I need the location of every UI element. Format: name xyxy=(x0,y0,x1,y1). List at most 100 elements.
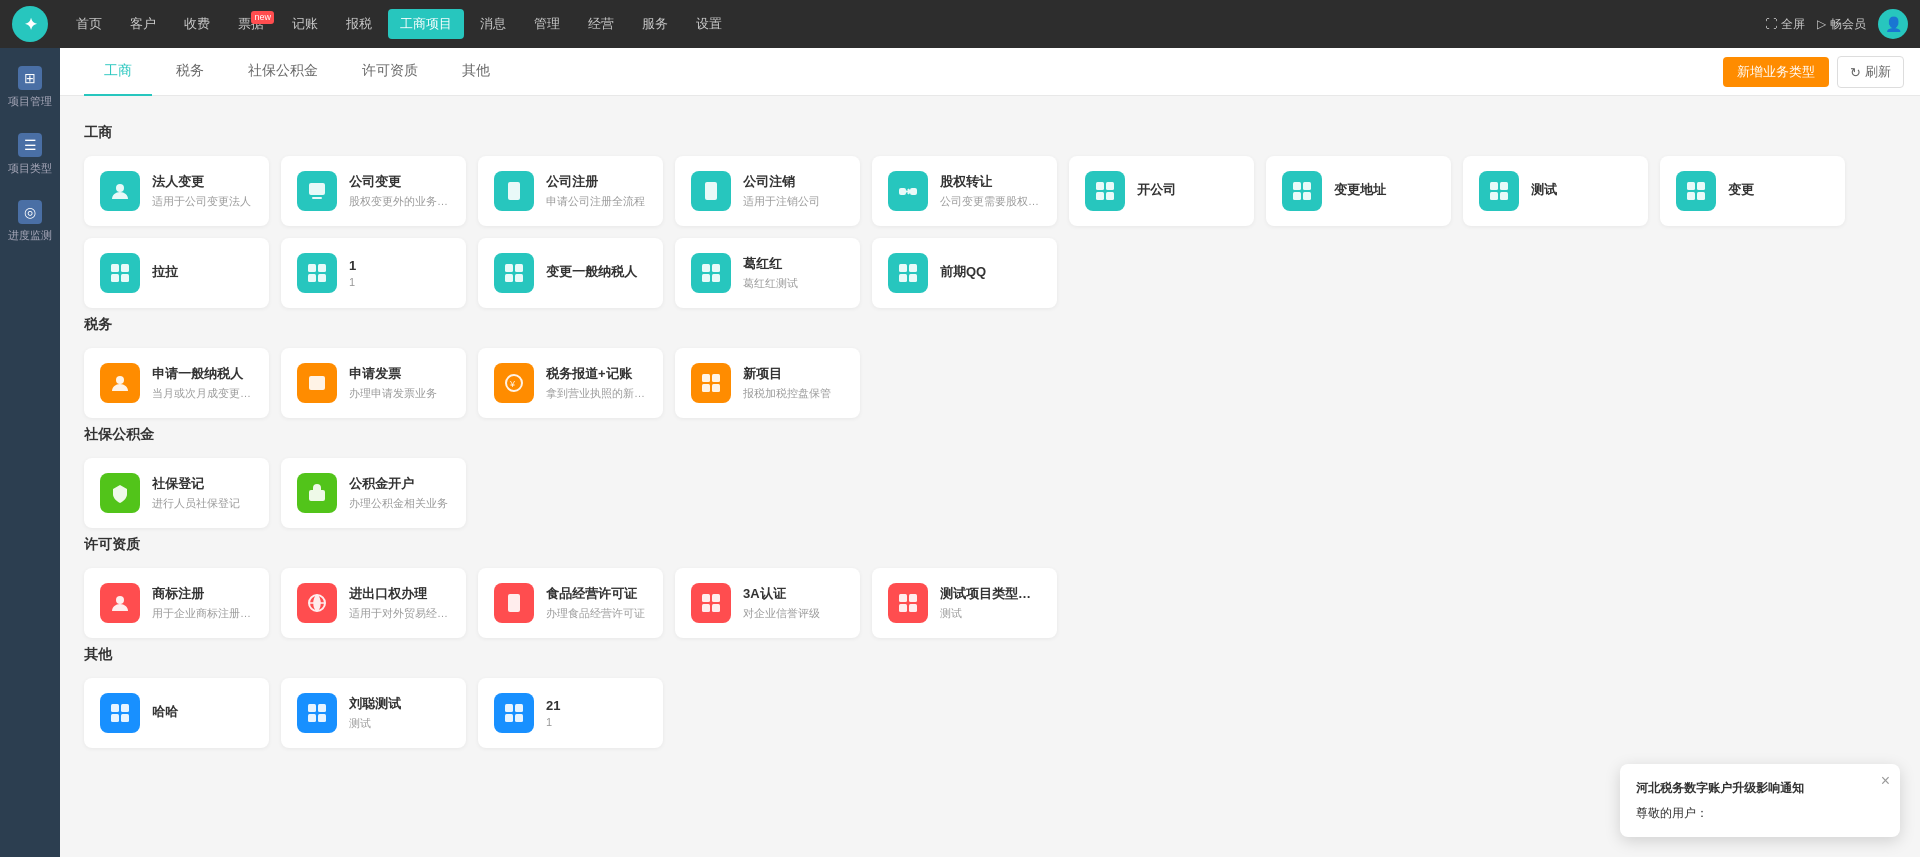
cards-grid-其他: 哈哈 刘聪测试测试 211 xyxy=(84,678,1896,748)
svg-rect-80 xyxy=(308,714,316,722)
svg-rect-73 xyxy=(909,604,917,612)
card-icon xyxy=(297,473,337,513)
card-股权转让[interactable]: 股权转让公司变更需要股权转让 xyxy=(872,156,1057,226)
card-info: 3A认证对企业信誉评级 xyxy=(743,585,844,621)
section-title-社保公积金: 社保公积金 xyxy=(84,426,1896,444)
card-开公司[interactable]: 开公司 xyxy=(1069,156,1254,226)
card-title: 开公司 xyxy=(1137,181,1238,199)
refresh-button[interactable]: ↻ 刷新 xyxy=(1837,56,1904,88)
card-变更一般纳税人[interactable]: 变更一般纳税人 xyxy=(478,238,663,308)
top-nav: ✦ 首页客户收费票据new记账报税工商项目消息管理经营服务设置 ⛶ 全屏 ▷ 畅… xyxy=(0,0,1920,48)
svg-rect-16 xyxy=(1106,192,1114,200)
card-desc: 用于企业商标注册服务 xyxy=(152,606,253,621)
notification-close-btn[interactable]: × xyxy=(1881,772,1890,790)
card-title: 3A认证 xyxy=(743,585,844,603)
svg-rect-79 xyxy=(318,704,326,712)
svg-rect-2 xyxy=(312,197,322,199)
card-icon xyxy=(297,171,337,211)
sub-tab-社保公积金[interactable]: 社保公积金 xyxy=(228,48,338,96)
sub-tab-税务[interactable]: 税务 xyxy=(156,48,224,96)
svg-point-49 xyxy=(116,376,124,384)
card-info: 申请发票办理申请发票业务 xyxy=(349,365,450,401)
card-税务报道+记账[interactable]: ¥税务报道+记账拿到营业执照的新公司 xyxy=(478,348,663,418)
nav-item-记账[interactable]: 记账 xyxy=(280,9,330,39)
notification-body: 尊敬的用户： xyxy=(1636,803,1884,823)
card-1[interactable]: 11 xyxy=(281,238,466,308)
toolbar: 新增业务类型 ↻ 刷新 xyxy=(1723,48,1904,96)
card-desc: 葛红红测试 xyxy=(743,276,844,291)
sub-tab-其他[interactable]: 其他 xyxy=(442,48,510,96)
nav-item-客户[interactable]: 客户 xyxy=(118,9,168,39)
svg-rect-59 xyxy=(309,490,325,501)
card-进出口权办理[interactable]: 进出口权办理适用于对外贸易经营者 xyxy=(281,568,466,638)
sub-tab-许可资质[interactable]: 许可资质 xyxy=(342,48,438,96)
svg-rect-28 xyxy=(1697,192,1705,200)
card-社保登记[interactable]: 社保登记进行人员社保登记 xyxy=(84,458,269,528)
sub-tabs-wrapper: 工商税务社保公积金许可资质其他 新增业务类型 ↻ 刷新 xyxy=(60,48,1920,96)
card-公司变更[interactable]: 公司变更股权变更外的业务变更 xyxy=(281,156,466,226)
card-拉拉[interactable]: 拉拉 xyxy=(84,238,269,308)
fullscreen-btn[interactable]: ⛶ 全屏 xyxy=(1765,16,1805,33)
member-btn[interactable]: ▷ 畅会员 xyxy=(1817,16,1866,33)
card-前期QQ[interactable]: 前期QQ xyxy=(872,238,1057,308)
svg-rect-85 xyxy=(515,714,523,722)
card-测试[interactable]: 测试 xyxy=(1463,156,1648,226)
card-info: 开公司 xyxy=(1137,181,1238,202)
card-title: 申请一般纳税人 xyxy=(152,365,253,383)
badge-new: new xyxy=(251,11,274,24)
nav-item-消息[interactable]: 消息 xyxy=(468,9,518,39)
card-公司注册[interactable]: 公司注册申请公司注册全流程 xyxy=(478,156,663,226)
card-法人变更[interactable]: 法人变更适用于公司变更法人 xyxy=(84,156,269,226)
svg-rect-46 xyxy=(909,264,917,272)
nav-item-服务[interactable]: 服务 xyxy=(630,9,680,39)
nav-item-经营[interactable]: 经营 xyxy=(576,9,626,39)
nav-item-管理[interactable]: 管理 xyxy=(522,9,572,39)
card-刘聪测试[interactable]: 刘聪测试测试 xyxy=(281,678,466,748)
user-avatar[interactable]: 👤 xyxy=(1878,9,1908,39)
sidebar-item-项目管理[interactable]: ⊞项目管理 xyxy=(3,56,57,119)
card-新项目[interactable]: 新项目报税加税控盘保管 xyxy=(675,348,860,418)
card-变更地址[interactable]: 变更地址 xyxy=(1266,156,1451,226)
sidebar-label: 进度监测 xyxy=(8,228,52,243)
card-icon xyxy=(691,253,731,293)
card-icon: ¥ xyxy=(494,363,534,403)
notification-content: 河北税务数字账户升级影响通知 尊敬的用户： xyxy=(1636,778,1884,823)
card-食品经营许可证[interactable]: 食品经营许可证办理食品经营许可证 xyxy=(478,568,663,638)
card-title: 哈哈 xyxy=(152,703,253,721)
card-哈哈[interactable]: 哈哈 xyxy=(84,678,269,748)
nav-item-收费[interactable]: 收费 xyxy=(172,9,222,39)
nav-item-票据[interactable]: 票据new xyxy=(226,9,276,39)
nav-item-首页[interactable]: 首页 xyxy=(64,9,114,39)
svg-rect-42 xyxy=(712,264,720,272)
card-公积金开户[interactable]: 公积金开户办理公积金相关业务 xyxy=(281,458,466,528)
sidebar-item-项目类型[interactable]: ☰项目类型 xyxy=(3,123,57,186)
sub-tab-工商[interactable]: 工商 xyxy=(84,48,152,96)
card-测试项目类型自定义[interactable]: 测试项目类型自定义测试 xyxy=(872,568,1057,638)
nav-item-报税[interactable]: 报税 xyxy=(334,9,384,39)
svg-rect-63 xyxy=(511,598,517,600)
add-type-button[interactable]: 新增业务类型 xyxy=(1723,57,1829,87)
sidebar-icon: ◎ xyxy=(18,200,42,224)
card-申请一般纳税人[interactable]: 申请一般纳税人当月或次月成变更完成 xyxy=(84,348,269,418)
card-葛红红[interactable]: 葛红红葛红红测试 xyxy=(675,238,860,308)
card-变更[interactable]: 变更 xyxy=(1660,156,1845,226)
card-title: 进出口权办理 xyxy=(349,585,450,603)
card-申请发票[interactable]: 申请发票办理申请发票业务 xyxy=(281,348,466,418)
card-desc: 对企业信誉评级 xyxy=(743,606,844,621)
card-desc: 办理公积金相关业务 xyxy=(349,496,450,511)
svg-rect-64 xyxy=(511,601,517,603)
card-info: 11 xyxy=(349,258,450,288)
card-icon xyxy=(1676,171,1716,211)
card-3A认证[interactable]: 3A认证对企业信誉评级 xyxy=(675,568,860,638)
card-21[interactable]: 211 xyxy=(478,678,663,748)
svg-rect-6 xyxy=(511,192,515,194)
nav-item-工商项目[interactable]: 工商项目 xyxy=(388,9,464,39)
card-desc: 申请公司注册全流程 xyxy=(546,194,647,209)
svg-rect-24 xyxy=(1500,192,1508,200)
nav-item-设置[interactable]: 设置 xyxy=(684,9,734,39)
sidebar-item-进度监测[interactable]: ◎ 进度监测 xyxy=(3,190,57,253)
notification-title: 河北税务数字账户升级影响通知 xyxy=(1636,778,1884,798)
svg-rect-37 xyxy=(505,264,513,272)
card-商标注册[interactable]: 商标注册用于企业商标注册服务 xyxy=(84,568,269,638)
card-公司注销[interactable]: 公司注销适用于注销公司 xyxy=(675,156,860,226)
